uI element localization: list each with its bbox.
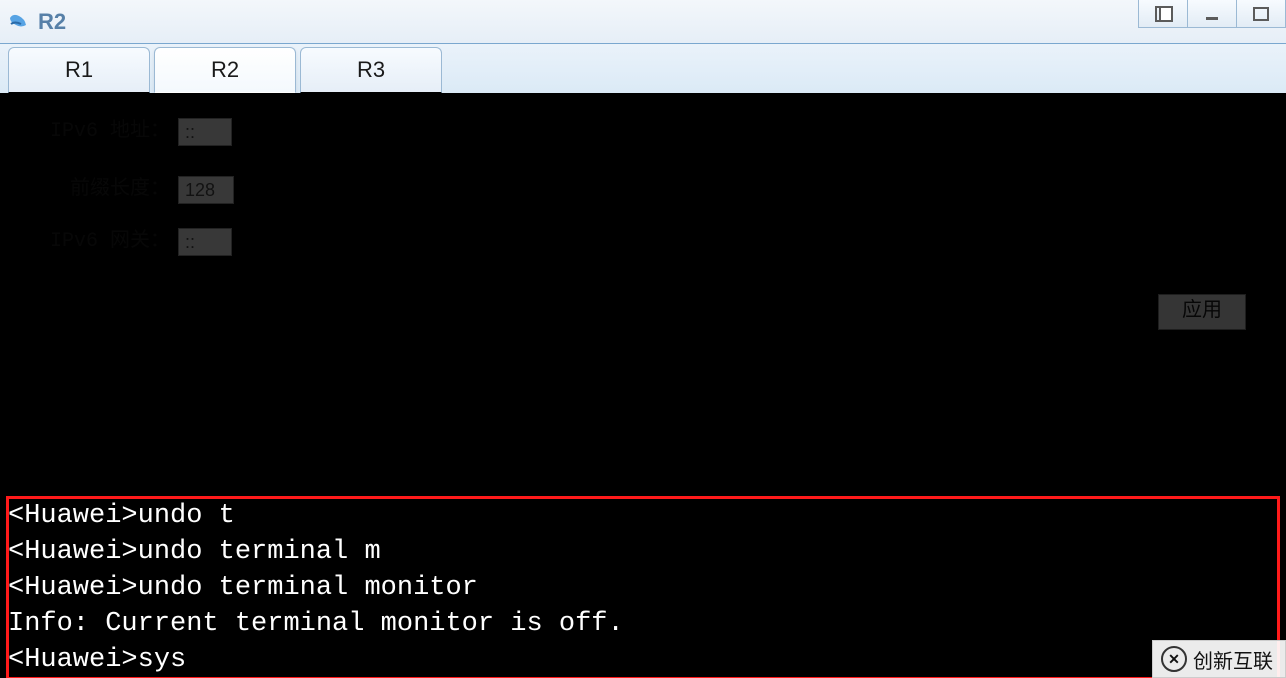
watermark-badge: ✕ 创新互联 [1152, 640, 1286, 678]
window-minimize-button[interactable] [1187, 0, 1237, 28]
window-controls [1138, 0, 1286, 44]
tab-r1[interactable]: R1 [8, 47, 150, 93]
ghost-apply-button: 应用 [1158, 294, 1246, 330]
ghost-prefix-value [178, 176, 234, 204]
tab-label: R2 [211, 57, 239, 83]
tab-label: R1 [65, 57, 93, 83]
ghost-ipv6-label: IPv6 地址： [10, 114, 170, 150]
tab-r3[interactable]: R3 [300, 47, 442, 93]
terminal-line: Info: Current terminal monitor is off. [8, 606, 1280, 642]
tab-strip: R1 R2 R3 [0, 44, 1286, 94]
window-title: R2 [38, 9, 66, 35]
ghost-gateway-label: IPv6 网关： [10, 224, 170, 260]
ghost-prefix-label: 前缀长度： [10, 172, 170, 208]
window-maximize-button[interactable] [1236, 0, 1286, 28]
window-titlebar: R2 [0, 0, 1286, 44]
terminal-line: <Huawei>undo terminal m [8, 534, 1280, 570]
terminal-line: <Huawei>sys [8, 642, 1280, 678]
terminal-output[interactable]: IPv6 地址： 前缀长度： IPv6 网关： 应用 配置好 PC 机的 IP … [0, 94, 1286, 678]
tab-r2[interactable]: R2 [154, 47, 296, 93]
watermark-text: 创新互联 [1193, 645, 1273, 674]
terminal-line: <Huawei>undo terminal monitor [8, 570, 1280, 606]
tab-label: R3 [357, 57, 385, 83]
terminal-line: <Huawei>undo t [8, 498, 1280, 534]
ghost-ipv6-seg [178, 118, 232, 146]
ghost-gateway-seg [178, 228, 232, 256]
window-page-button[interactable] [1138, 0, 1188, 28]
ghost-bg-text-1: 配置好 PC 机的 IP 地址，子网掩码，网关之后， [10, 326, 1280, 390]
app-icon [6, 10, 30, 34]
ghost-background-form: IPv6 地址： 前缀长度： IPv6 网关： 应用 [0, 94, 1286, 354]
watermark-logo-icon: ✕ [1161, 646, 1187, 672]
ghost-bg-text-2: 开始配置路由 R1/2/3/的 IP 地址。 [10, 416, 1280, 480]
terminal-lines: <Huawei>undo t<Huawei>undo terminal m<Hu… [8, 498, 1280, 678]
